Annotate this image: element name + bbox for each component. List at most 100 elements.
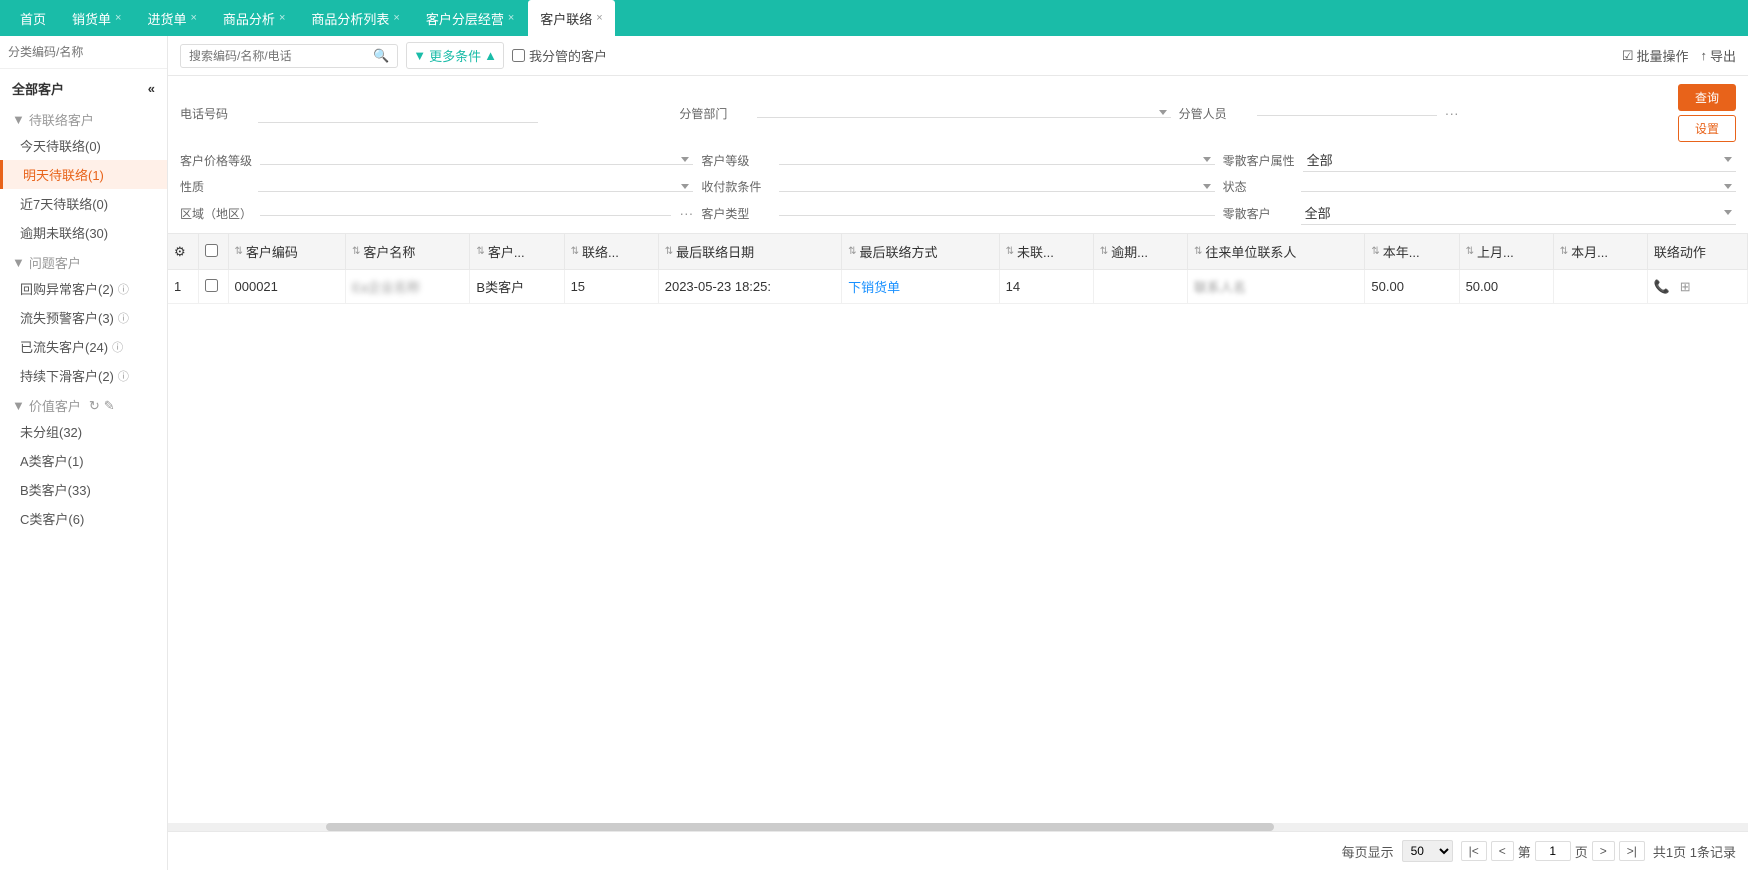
nav-home[interactable]: 首页: [8, 0, 58, 36]
filter-phone-input[interactable]: [258, 104, 538, 123]
filter-manager-dots[interactable]: ···: [1445, 105, 1459, 121]
batch-action-icon: ☑: [1622, 48, 1634, 64]
nav-customer-tier-close[interactable]: ×: [508, 12, 514, 24]
col-last-contact-date-label: 最后联络日期: [676, 242, 754, 261]
row-more-icon[interactable]: ⊞: [1680, 279, 1691, 294]
col-settings: ⚙: [168, 234, 198, 270]
filter-region-dots[interactable]: ···: [679, 205, 693, 221]
filter-status-select[interactable]: [1301, 182, 1736, 192]
page-next-button[interactable]: >: [1592, 841, 1615, 861]
nav-goods-list-close[interactable]: ×: [393, 12, 399, 24]
nav-customer-tier[interactable]: 客户分层经营 ×: [414, 0, 526, 36]
filter-price-grade-label: 客户价格等级: [180, 152, 252, 169]
page-first-button[interactable]: |<: [1461, 841, 1487, 861]
sidebar-search-input[interactable]: [8, 45, 163, 59]
set-button[interactable]: 设置: [1678, 115, 1736, 142]
nav-sales-close[interactable]: ×: [115, 12, 121, 24]
my-customers-checkbox-label[interactable]: 我分管的客户: [512, 46, 607, 65]
nav-purchase-close[interactable]: ×: [190, 12, 196, 24]
col-unlisted-sort: ⇅: [1006, 246, 1014, 257]
filter-dept-select[interactable]: [757, 108, 1170, 118]
row-select-checkbox[interactable]: [205, 279, 218, 292]
sidebar-item-loss-warning[interactable]: 流失预警客户(3) ⓘ: [0, 303, 167, 332]
search-box: 🔍: [180, 44, 398, 68]
query-button[interactable]: 查询: [1678, 84, 1736, 111]
per-page-select[interactable]: 50 100 200: [1402, 840, 1453, 862]
nav-purchase[interactable]: 进货单 ×: [135, 0, 208, 36]
sidebar-all-customers[interactable]: 全部客户 «: [0, 73, 167, 104]
sidebar-item-ungrouped[interactable]: 未分组(32): [0, 417, 167, 446]
sidebar-item-c-class[interactable]: C类客户(6): [0, 504, 167, 533]
page-input[interactable]: [1535, 841, 1571, 861]
filter-dept-chevron: [1159, 110, 1167, 115]
row-contact-method-link[interactable]: 下销货单: [848, 280, 900, 295]
more-filter-label: 更多条件: [429, 46, 481, 65]
filter-retail-attr: 零散客户属性 全部: [1223, 148, 1736, 172]
row-actions: 📞 ⊞: [1647, 270, 1747, 304]
filter-gender-select[interactable]: [258, 182, 693, 192]
my-customers-label: 我分管的客户: [529, 46, 607, 65]
sidebar-item-b-class[interactable]: B类客户(33): [0, 475, 167, 504]
filter-payment-select[interactable]: [779, 182, 1214, 192]
nav-sales[interactable]: 销货单 ×: [60, 0, 133, 36]
sidebar-item-lost[interactable]: 已流失客户(24) ⓘ: [0, 332, 167, 361]
sidebar-all-customers-label: 全部客户: [12, 79, 64, 98]
sidebar-item-lost-label: 已流失客户(24): [20, 337, 108, 356]
filter-row-3: 性质 收付款条件 状态: [180, 178, 1736, 195]
filter-manager-select[interactable]: [1257, 111, 1437, 116]
search-input[interactable]: [189, 49, 369, 63]
my-customers-checkbox[interactable]: [512, 49, 525, 62]
filter-status: 状态: [1223, 178, 1736, 195]
sidebar-item-a-class[interactable]: A类客户(1): [0, 446, 167, 475]
filter-status-chevron: [1724, 184, 1732, 189]
more-filter-button[interactable]: ▼ 更多条件 ▲: [406, 42, 504, 69]
filter-retail-attr-select[interactable]: 全部: [1303, 148, 1736, 172]
filter-retail-customer-value: 全部: [1305, 203, 1331, 222]
filter-phone: 电话号码: [180, 104, 671, 123]
export-button[interactable]: ↑ 导出: [1700, 46, 1736, 65]
filter-customer-type-select[interactable]: [779, 211, 1214, 216]
table-header-row: ⚙ ⇅ 客户编码 ⇅: [168, 234, 1748, 270]
sidebar-item-loss-warning-info: ⓘ: [118, 310, 129, 326]
filter-retail-customer: 零散客户 全部: [1223, 201, 1736, 225]
horizontal-scrollbar[interactable]: [168, 823, 1748, 831]
sidebar-item-overdue[interactable]: 逾期未联络(30): [0, 218, 167, 247]
sidebar-section-value-refresh[interactable]: ↻: [89, 398, 100, 414]
sidebar-item-today[interactable]: 今天待联络(0): [0, 131, 167, 160]
filter-price-grade-select[interactable]: [260, 155, 693, 165]
search-icon[interactable]: 🔍: [373, 48, 389, 64]
sidebar-item-repurchase[interactable]: 回购异常客户(2) ⓘ: [0, 274, 167, 303]
row-phone-icon[interactable]: 📞: [1654, 279, 1670, 294]
filter-retail-customer-select[interactable]: 全部: [1301, 201, 1736, 225]
filter-payment: 收付款条件: [701, 178, 1214, 195]
filter-row-2: 客户价格等级 客户等级 零散客户属性 全部: [180, 148, 1736, 172]
nav-sales-label: 销货单: [72, 9, 111, 28]
batch-action-button[interactable]: ☑ 批量操作: [1622, 46, 1689, 65]
sidebar-item-7days[interactable]: 近7天待联络(0): [0, 189, 167, 218]
select-all-checkbox[interactable]: [205, 244, 218, 257]
sidebar-section-value-edit[interactable]: ✎: [104, 398, 115, 414]
col-last-month: ⇅ 上月...: [1459, 234, 1553, 270]
page-last-button[interactable]: >|: [1619, 841, 1645, 861]
sidebar-item-c-class-label: C类客户(6): [20, 509, 84, 528]
filter-manager-label: 分管人员: [1179, 105, 1249, 122]
filter-chevron: ▲: [484, 48, 497, 63]
nav-customer-contact-close[interactable]: ×: [596, 12, 602, 24]
sidebar-collapse-icon[interactable]: «: [148, 81, 155, 96]
nav-goods-analysis[interactable]: 商品分析 ×: [211, 0, 297, 36]
col-customer-type-sort: ⇅: [476, 246, 484, 257]
filter-retail-customer-chevron: [1724, 210, 1732, 215]
nav-goods-analysis-close[interactable]: ×: [279, 12, 285, 24]
filter-region-select[interactable]: [260, 211, 671, 216]
nav-customer-contact[interactable]: 客户联络 ×: [528, 0, 614, 36]
filter-gender-label: 性质: [180, 178, 250, 195]
sidebar-item-declining[interactable]: 持续下滑客户(2) ⓘ: [0, 361, 167, 390]
filter-customer-grade-select[interactable]: [779, 155, 1214, 165]
sidebar-item-loss-warning-label: 流失预警客户(3): [20, 308, 114, 327]
col-last-contact-method-sort: ⇅: [848, 246, 856, 257]
settings-icon[interactable]: ⚙: [174, 244, 186, 259]
sidebar-item-tomorrow[interactable]: 明天待联络(1): [0, 160, 167, 189]
customer-table: ⚙ ⇅ 客户编码 ⇅: [168, 234, 1748, 304]
nav-goods-list[interactable]: 商品分析列表 ×: [299, 0, 411, 36]
page-prev-button[interactable]: <: [1491, 841, 1514, 861]
